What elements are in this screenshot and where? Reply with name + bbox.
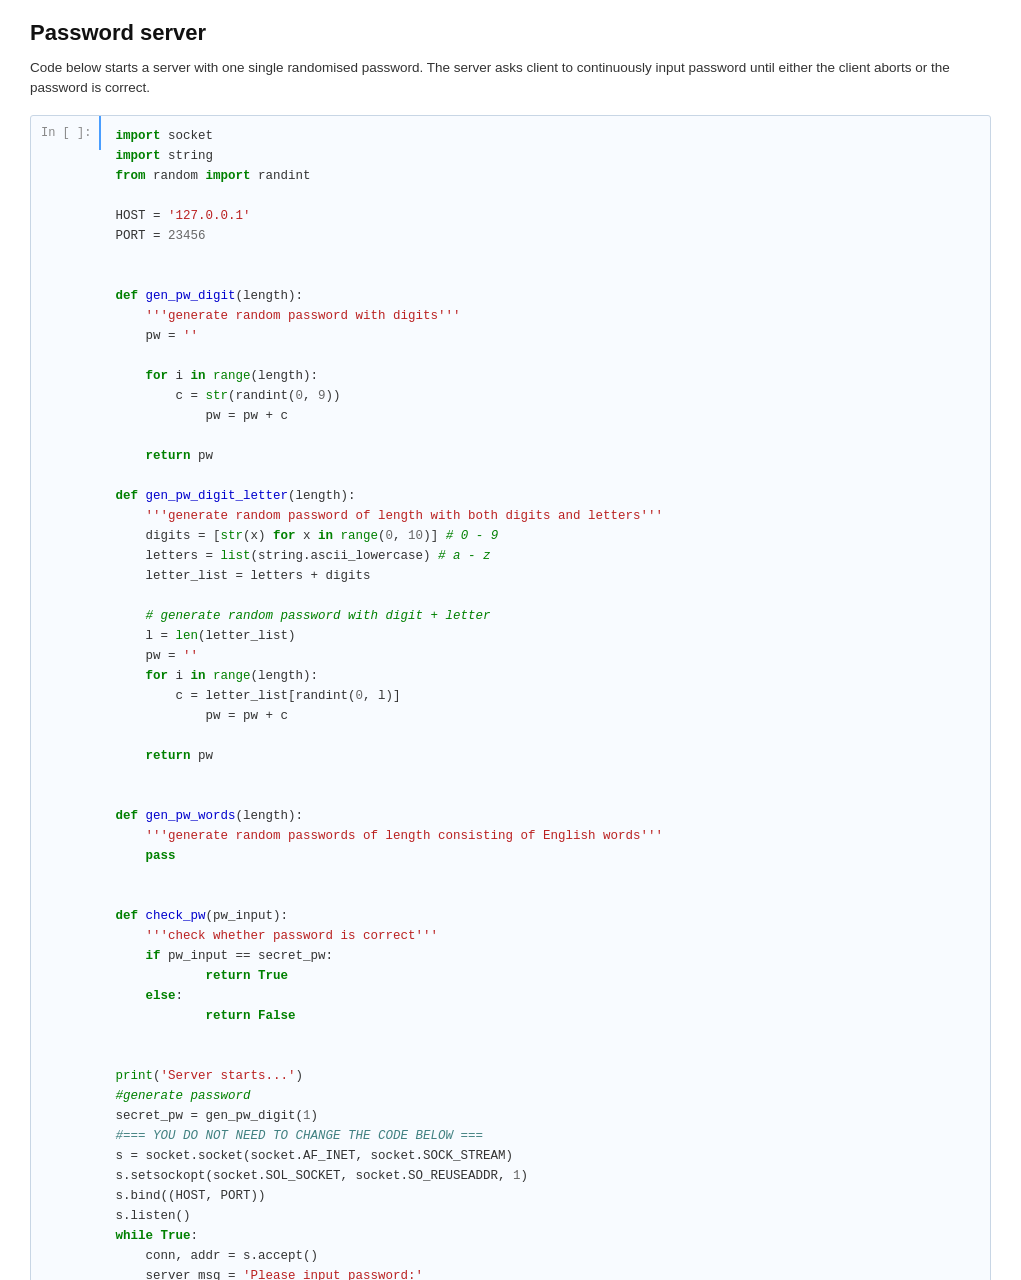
- notebook-cell: In [ ]: import socket import string from…: [30, 115, 991, 1281]
- cell-code[interactable]: import socket import string from random …: [101, 116, 990, 1281]
- page-title: Password server: [30, 20, 991, 46]
- page-description: Code below starts a server with one sing…: [30, 58, 991, 99]
- cell-label: In [ ]:: [31, 116, 101, 150]
